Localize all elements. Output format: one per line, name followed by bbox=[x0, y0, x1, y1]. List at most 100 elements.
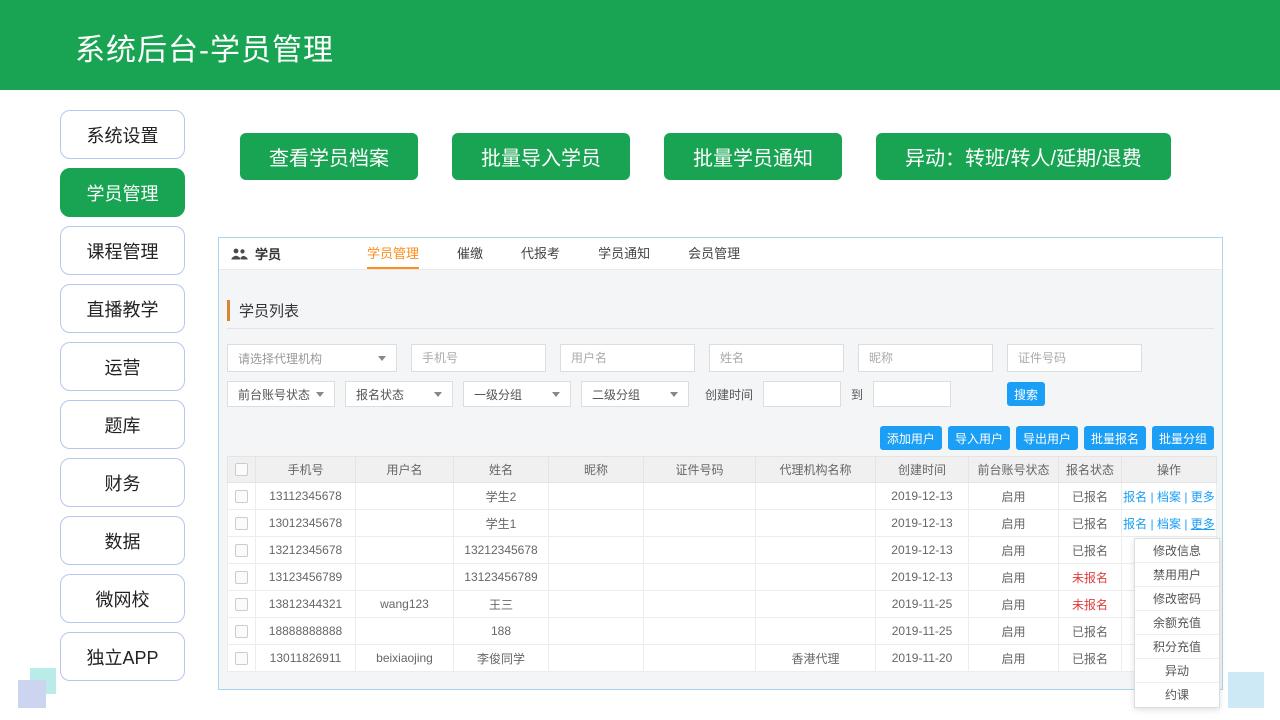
agency-select[interactable]: 请选择代理机构 bbox=[227, 344, 397, 372]
group-level2-select[interactable]: 二级分组 bbox=[581, 381, 689, 407]
select-all-checkbox[interactable] bbox=[235, 463, 248, 476]
tab-student-management[interactable]: 学员管理 bbox=[367, 238, 419, 269]
row-checkbox[interactable] bbox=[235, 571, 248, 584]
phone-cell: 13011826911 bbox=[256, 645, 356, 672]
account-status-cell: 启用 bbox=[969, 564, 1059, 591]
more-menu-item[interactable]: 余额充值 bbox=[1135, 611, 1219, 635]
students-icon bbox=[231, 248, 248, 260]
quick-action-batch-student-notify[interactable]: 批量学员通知 bbox=[664, 133, 842, 180]
username-cell bbox=[356, 618, 454, 645]
id-number-input[interactable] bbox=[1007, 344, 1142, 372]
add-user-button[interactable]: 添加用户 bbox=[880, 426, 942, 450]
sidebar-item-standalone-app[interactable]: 独立APP bbox=[60, 632, 185, 681]
quick-action-view-student-files[interactable]: 查看学员档案 bbox=[240, 133, 418, 180]
batch-group-button[interactable]: 批量分组 bbox=[1152, 426, 1214, 450]
enroll-status-cell: 已报名 bbox=[1059, 510, 1122, 537]
created-from-input[interactable] bbox=[763, 381, 841, 407]
phone-input[interactable] bbox=[411, 344, 546, 372]
more-menu-item[interactable]: 修改信息 bbox=[1135, 539, 1219, 563]
enroll-status-cell: 已报名 bbox=[1059, 645, 1122, 672]
select-cell bbox=[228, 483, 256, 510]
group-level1-select[interactable]: 一级分组 bbox=[463, 381, 571, 407]
tab-student-notice[interactable]: 学员通知 bbox=[598, 238, 650, 269]
nickname-input[interactable] bbox=[858, 344, 993, 372]
sidebar: 系统设置学员管理课程管理直播教学运营题库财务数据微网校独立APP bbox=[60, 110, 185, 690]
section-head: 学员列表 bbox=[227, 299, 1214, 321]
account-status-cell: 启用 bbox=[969, 645, 1059, 672]
row-checkbox[interactable] bbox=[235, 598, 248, 611]
phone-cell: 13812344321 bbox=[256, 591, 356, 618]
sidebar-item-micro-school[interactable]: 微网校 bbox=[60, 574, 185, 623]
id-number-cell bbox=[644, 645, 756, 672]
sidebar-item-system-settings[interactable]: 系统设置 bbox=[60, 110, 185, 159]
name-input[interactable] bbox=[709, 344, 844, 372]
account-status-select[interactable]: 前台账号状态 bbox=[227, 381, 335, 407]
import-user-button[interactable]: 导入用户 bbox=[948, 426, 1010, 450]
column-header: 用户名 bbox=[356, 457, 454, 483]
username-input[interactable] bbox=[560, 344, 695, 372]
search-button[interactable]: 搜索 bbox=[1007, 382, 1045, 406]
sidebar-item-course-management[interactable]: 课程管理 bbox=[60, 226, 185, 275]
row-action-more[interactable]: 更多 bbox=[1191, 517, 1215, 531]
tab-payment-reminder[interactable]: 催缴 bbox=[457, 238, 483, 269]
table-row: 13123456789131234567892019-12-13启用未报名 bbox=[228, 564, 1217, 591]
student-panel: 学员 学员管理催缴代报考学员通知会员管理 学员列表 请选择代理机构 前台账号状态… bbox=[218, 237, 1223, 690]
created-cell: 2019-12-13 bbox=[876, 510, 969, 537]
row-checkbox[interactable] bbox=[235, 652, 248, 665]
name-cell: 188 bbox=[454, 618, 549, 645]
id-number-cell bbox=[644, 537, 756, 564]
sidebar-item-data[interactable]: 数据 bbox=[60, 516, 185, 565]
row-checkbox[interactable] bbox=[235, 517, 248, 530]
id-number-cell bbox=[644, 510, 756, 537]
select-cell bbox=[228, 537, 256, 564]
section-divider bbox=[227, 328, 1214, 329]
created-cell: 2019-11-25 bbox=[876, 618, 969, 645]
name-cell: 学生1 bbox=[454, 510, 549, 537]
row-action-file[interactable]: 档案 bbox=[1157, 490, 1181, 504]
select-cell bbox=[228, 618, 256, 645]
select-placeholder: 一级分组 bbox=[474, 386, 522, 403]
quick-action-transfer-actions[interactable]: 异动：转班/转人/延期/退费 bbox=[876, 133, 1171, 180]
quick-action-batch-import-students[interactable]: 批量导入学员 bbox=[452, 133, 630, 180]
select-cell bbox=[228, 591, 256, 618]
tabs: 学员管理 催缴 代报考 学员通知 会员管理 bbox=[367, 238, 778, 269]
row-action-enroll[interactable]: 报名 bbox=[1123, 490, 1147, 504]
column-header: 代理机构名称 bbox=[756, 457, 876, 483]
row-action-file[interactable]: 档案 bbox=[1157, 517, 1181, 531]
quick-actions-bar: 查看学员档案批量导入学员批量学员通知异动：转班/转人/延期/退费 bbox=[240, 133, 1171, 180]
name-cell: 李俊同学 bbox=[454, 645, 549, 672]
row-action-enroll[interactable]: 报名 bbox=[1123, 517, 1147, 531]
row-checkbox[interactable] bbox=[235, 544, 248, 557]
agency-cell bbox=[756, 483, 876, 510]
tab-member-management[interactable]: 会员管理 bbox=[688, 238, 740, 269]
panel-tab-bar: 学员 学员管理催缴代报考学员通知会员管理 bbox=[219, 238, 1222, 270]
created-to-input[interactable] bbox=[873, 381, 951, 407]
more-menu-item[interactable]: 异动 bbox=[1135, 659, 1219, 683]
enroll-status-select[interactable]: 报名状态 bbox=[345, 381, 453, 407]
nickname-cell bbox=[549, 618, 644, 645]
export-user-button[interactable]: 导出用户 bbox=[1016, 426, 1078, 450]
more-menu-item[interactable]: 约课 bbox=[1135, 683, 1219, 707]
sidebar-item-finance[interactable]: 财务 bbox=[60, 458, 185, 507]
sidebar-item-live-teaching[interactable]: 直播教学 bbox=[60, 284, 185, 333]
more-menu-item[interactable]: 修改密码 bbox=[1135, 587, 1219, 611]
page-title: 系统后台-学员管理 bbox=[75, 25, 334, 69]
sidebar-item-operations[interactable]: 运营 bbox=[60, 342, 185, 391]
row-action-more[interactable]: 更多 bbox=[1191, 490, 1215, 504]
batch-enroll-button[interactable]: 批量报名 bbox=[1084, 426, 1146, 450]
panel-content: 学员列表 请选择代理机构 前台账号状态报名状态一级分组二级分组 创建时间 到 搜… bbox=[219, 270, 1222, 689]
sidebar-item-question-bank[interactable]: 题库 bbox=[60, 400, 185, 449]
row-checkbox[interactable] bbox=[235, 625, 248, 638]
tab-proxy-exam[interactable]: 代报考 bbox=[521, 238, 560, 269]
page-header: 系统后台-学员管理 bbox=[0, 0, 1280, 90]
more-menu-item[interactable]: 禁用用户 bbox=[1135, 563, 1219, 587]
bulk-actions-row: 添加用户导入用户导出用户批量报名批量分组 bbox=[227, 426, 1214, 450]
more-menu-item[interactable]: 积分充值 bbox=[1135, 635, 1219, 659]
sidebar-item-student-management[interactable]: 学员管理 bbox=[60, 168, 185, 217]
chevron-down-icon bbox=[378, 356, 386, 361]
row-checkbox[interactable] bbox=[235, 490, 248, 503]
created-time-label: 创建时间 bbox=[705, 386, 753, 403]
id-number-cell bbox=[644, 483, 756, 510]
id-number-cell bbox=[644, 591, 756, 618]
username-cell: wang123 bbox=[356, 591, 454, 618]
